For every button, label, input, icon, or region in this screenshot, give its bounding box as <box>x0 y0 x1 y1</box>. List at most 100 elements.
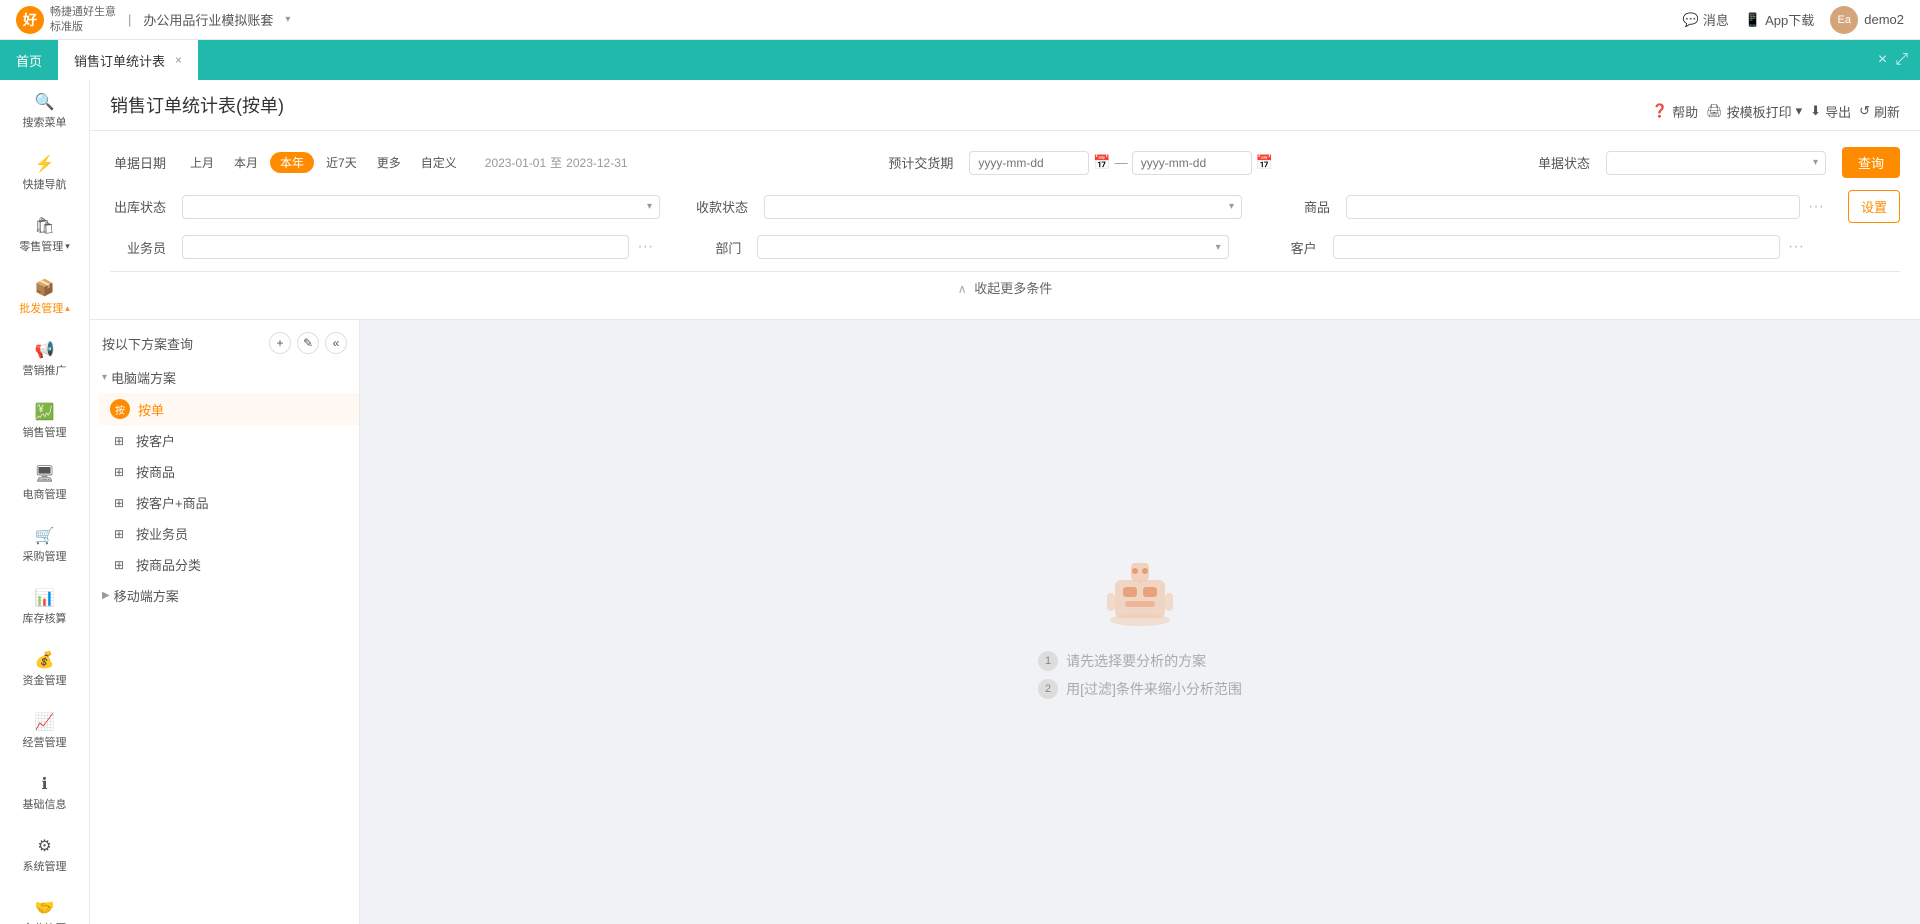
sidebar: 🔍 搜索菜单 ⚡ 快捷导航 🛍 零售管理 ▾ 📦 批发管理 ▴ <box>0 80 90 924</box>
customer-input[interactable] <box>1333 235 1780 259</box>
logo-text: 畅捷通好生意 标准版 <box>50 5 116 34</box>
salesperson-label: 业务员 <box>110 238 166 257</box>
scheme-panel-header: 按以下方案查询 + ✎ « <box>90 328 359 362</box>
top-bar: 好 畅捷通好生意 标准版 | 办公用品行业模拟账套 ▾ 💬 消息 📱 App下载… <box>0 0 1920 40</box>
department-label: 部门 <box>685 238 741 257</box>
export-button[interactable]: ⬇ 导出 <box>1810 102 1851 121</box>
logo-icon: 好 <box>16 6 44 34</box>
message-button[interactable]: 💬 消息 <box>1683 10 1729 29</box>
product-input[interactable] <box>1346 195 1800 219</box>
date-btn-custom[interactable]: 自定义 <box>413 152 465 173</box>
sidebar-item-search[interactable]: 🔍 搜索菜单 <box>0 80 89 142</box>
scheme-group-pc-header[interactable]: ▾ 电脑端方案 <box>90 362 359 393</box>
tab-home[interactable]: 首页 <box>0 40 58 80</box>
expected-date-end-input[interactable] <box>1132 151 1252 175</box>
top-bar-right: 💬 消息 📱 App下载 Ea demo2 <box>1683 6 1904 34</box>
date-btn-this-year[interactable]: 本年 <box>270 152 314 173</box>
product-label: 商品 <box>1274 197 1330 216</box>
expected-date-label: 预计交货期 <box>888 153 953 172</box>
scheme-collapse-button[interactable]: « <box>325 332 347 354</box>
empty-illustration <box>1095 545 1185 635</box>
scheme-group-mobile-header[interactable]: ▶ 移动端方案 <box>90 580 359 611</box>
sidebar-item-purchase[interactable]: 🛒 采购管理 <box>0 514 89 576</box>
sidebar-item-quick-nav[interactable]: ⚡ 快捷导航 <box>0 142 89 204</box>
bill-status-label: 单据状态 <box>1534 153 1590 172</box>
sidebar-item-basic[interactable]: ℹ 基础信息 <box>0 762 89 824</box>
scheme-panel-title: 按以下方案查询 <box>102 334 263 353</box>
bill-status-select[interactable] <box>1606 151 1826 175</box>
by-salesperson-icon: ⊞ <box>110 525 128 543</box>
by-customer-icon: ⊞ <box>110 432 128 450</box>
by-product-label: 按商品 <box>136 462 175 481</box>
department-select[interactable] <box>757 235 1228 259</box>
product-more-icon[interactable]: ··· <box>1808 198 1824 216</box>
calendar-end-icon: 📅 <box>1256 154 1273 171</box>
payment-status-select[interactable] <box>764 195 1242 219</box>
settings-button[interactable]: 设置 <box>1848 190 1900 223</box>
date-btn-this-month[interactable]: 本月 <box>226 152 266 173</box>
sidebar-item-enterprise[interactable]: 🤝 企业协同 <box>0 886 89 924</box>
window-close-icon[interactable]: × <box>1878 51 1887 69</box>
help-button[interactable]: ❓ 帮助 <box>1652 102 1698 121</box>
date-btn-last-7-days[interactable]: 近7天 <box>318 152 365 173</box>
by-order-icon: 按 <box>110 399 130 419</box>
app-download-button[interactable]: 📱 App下载 <box>1745 10 1814 29</box>
salesperson-more-icon[interactable]: ··· <box>637 238 653 256</box>
date-shortcuts: 上月 本月 本年 近7天 更多 自定义 <box>182 152 465 173</box>
customer-more-icon[interactable]: ··· <box>1788 238 1804 256</box>
sidebar-item-marketing[interactable]: 📢 营销推广 <box>0 328 89 390</box>
filter-panel: 单据日期 上月 本月 本年 近7天 更多 自定义 2023-01-01 至 20… <box>90 131 1920 320</box>
user-avatar: Ea <box>1830 6 1858 34</box>
user-area[interactable]: Ea demo2 <box>1830 6 1904 34</box>
sidebar-item-sales[interactable]: 💹 销售管理 <box>0 390 89 452</box>
scheme-panel: 按以下方案查询 + ✎ « ▾ 电脑端方案 <box>90 320 360 924</box>
retail-arrow-icon: ▾ <box>65 241 70 252</box>
sidebar-item-wholesale[interactable]: 📦 批发管理 ▴ <box>0 266 89 328</box>
tab-sales-order-stats[interactable]: 销售订单统计表 × <box>58 40 198 80</box>
scheme-item-by-salesperson[interactable]: ⊞ 按业务员 <box>98 518 359 549</box>
scheme-edit-button[interactable]: ✎ <box>297 332 319 354</box>
expected-date-start-input[interactable] <box>969 151 1089 175</box>
refresh-button[interactable]: ↺ 刷新 <box>1859 102 1900 121</box>
marketing-icon: 📢 <box>8 340 81 360</box>
page-header: 销售订单统计表(按单) ❓ 帮助 🖨 按模板打印 ▾ ⬇ 导出 ↺ 刷新 <box>90 80 1920 131</box>
sidebar-item-ecommerce[interactable]: 🖥 电商管理 <box>0 452 89 514</box>
delivery-status-label: 出库状态 <box>110 197 166 216</box>
collapse-icon: ∧ <box>958 282 967 296</box>
message-icon: 💬 <box>1683 12 1699 28</box>
by-customer-product-icon: ⊞ <box>110 494 128 512</box>
tab-bar: 首页 销售订单统计表 × × ⤢ <box>0 40 1920 80</box>
dropdown-arrow-icon[interactable]: ▾ <box>285 14 290 25</box>
scheme-item-by-customer[interactable]: ⊞ 按客户 <box>98 425 359 456</box>
mobile-group-label: 移动端方案 <box>114 586 179 605</box>
scheme-item-by-product[interactable]: ⊞ 按商品 <box>98 456 359 487</box>
collapse-bar[interactable]: ∧ 收起更多条件 <box>110 271 1900 303</box>
tab-close-icon[interactable]: × <box>175 53 182 67</box>
query-button[interactable]: 查询 <box>1842 147 1900 178</box>
empty-tip-1: 1 请先选择要分析的方案 <box>1038 651 1242 671</box>
by-product-category-icon: ⊞ <box>110 556 128 574</box>
basic-icon: ℹ <box>8 774 81 794</box>
scheme-item-by-product-category[interactable]: ⊞ 按商品分类 <box>98 549 359 580</box>
template-print-button[interactable]: 🖨 按模板打印 ▾ <box>1706 102 1802 121</box>
customer-input-wrap: ··· <box>1333 235 1804 259</box>
salesperson-input[interactable] <box>182 235 629 259</box>
content-area: 销售订单统计表(按单) ❓ 帮助 🖨 按模板打印 ▾ ⬇ 导出 ↺ 刷新 <box>90 80 1920 924</box>
scheme-item-by-order[interactable]: 按 按单 <box>98 393 359 425</box>
sidebar-item-finance[interactable]: 💰 资金管理 <box>0 638 89 700</box>
scheme-collapse-icon: « <box>333 336 340 350</box>
scheme-item-by-customer-product[interactable]: ⊞ 按客户+商品 <box>98 487 359 518</box>
department-select-wrap: ▾ <box>757 235 1228 259</box>
inventory-icon: 📊 <box>8 588 81 608</box>
tip-2-text: 用[过滤]条件来缩小分析范围 <box>1066 679 1242 699</box>
sidebar-item-retail[interactable]: 🛍 零售管理 ▾ <box>0 204 89 266</box>
scheme-add-button[interactable]: + <box>269 332 291 354</box>
main-layout: 🔍 搜索菜单 ⚡ 快捷导航 🛍 零售管理 ▾ 📦 批发管理 ▴ <box>0 80 1920 924</box>
date-btn-more[interactable]: 更多 <box>369 152 409 173</box>
date-btn-last-month[interactable]: 上月 <box>182 152 222 173</box>
sidebar-item-inventory[interactable]: 📊 库存核算 <box>0 576 89 638</box>
sidebar-item-system[interactable]: ⚙ 系统管理 <box>0 824 89 886</box>
sidebar-item-operations[interactable]: 📈 经营管理 <box>0 700 89 762</box>
delivery-status-select[interactable] <box>182 195 660 219</box>
window-maximize-icon[interactable]: ⤢ <box>1895 51 1908 69</box>
